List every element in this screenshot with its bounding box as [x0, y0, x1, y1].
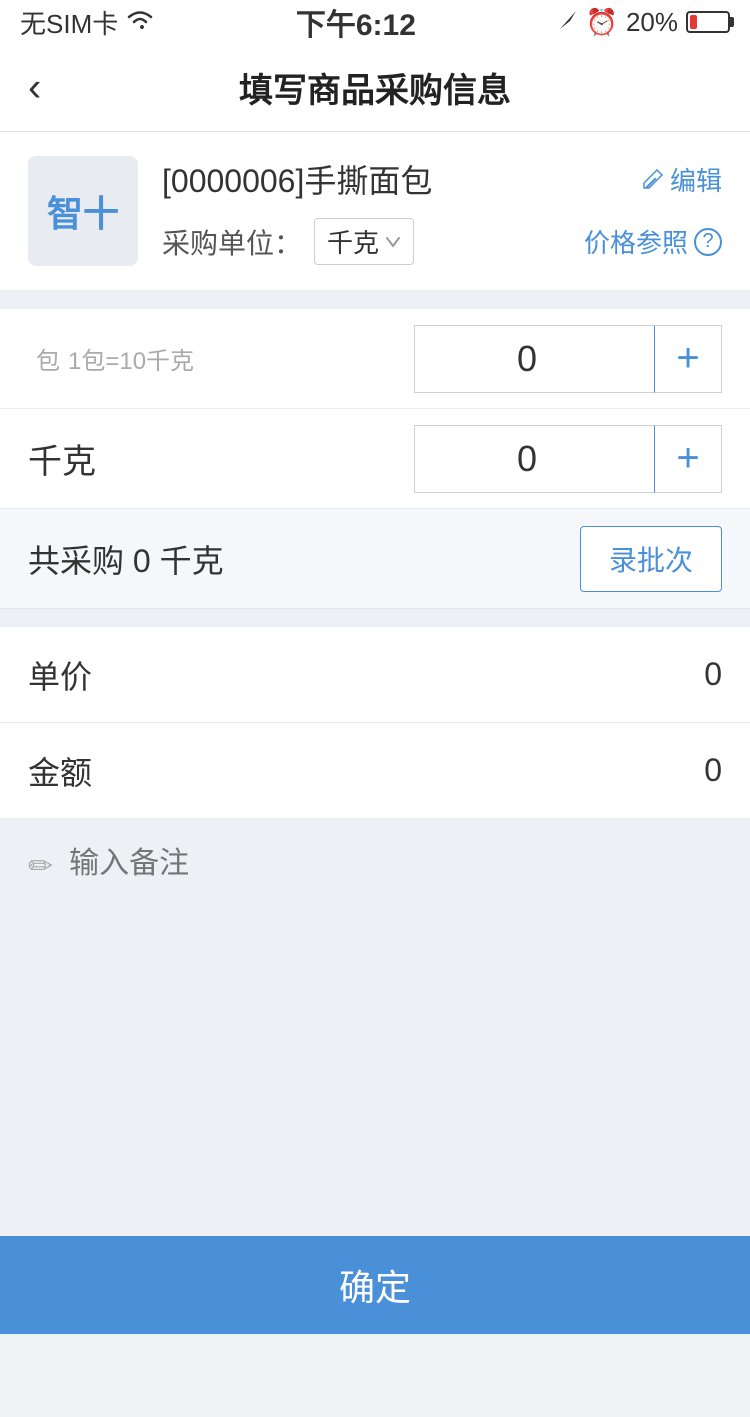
status-bar-right: ⏰ 20% — [558, 7, 730, 38]
kg-input-row: 千克 + — [0, 409, 750, 509]
product-full-name: [0000006]手撕面包 — [162, 156, 432, 202]
unit-value: 千克 — [327, 223, 379, 260]
kg-plus-button[interactable]: + — [654, 425, 722, 493]
kg-label: 千克 — [28, 434, 96, 483]
section-divider-2 — [0, 609, 750, 627]
price-info-section: 单价 0 金额 0 — [0, 627, 750, 819]
unit-price-label: 单价 — [28, 652, 92, 698]
product-card: 智十 [0000006]手撕面包 编辑 采购单位： 千克 — [0, 132, 750, 291]
pencil-icon: ✏ — [28, 849, 53, 884]
battery-icon — [686, 11, 730, 33]
product-name-row: [0000006]手撕面包 编辑 — [162, 156, 722, 202]
page-title: 填写商品采购信息 — [239, 63, 511, 112]
total-row: 共采购 0 千克 录批次 — [0, 509, 750, 609]
product-thumbnail: 智十 — [28, 156, 138, 266]
unit-price-value: 0 — [704, 656, 722, 693]
total-value: 0 — [133, 543, 151, 579]
product-info: [0000006]手撕面包 编辑 采购单位： 千克 — [162, 156, 722, 265]
purchase-unit-label: 采购单位： — [162, 222, 302, 262]
unit-price-row: 单价 0 — [0, 627, 750, 723]
thumb-text: 智十 — [47, 185, 119, 237]
unit-selector[interactable]: 千克 — [314, 218, 414, 265]
section-divider-1 — [0, 291, 750, 309]
confirm-button[interactable]: 确定 — [0, 1236, 750, 1334]
amount-row: 金额 0 — [0, 723, 750, 819]
wifi-icon — [126, 7, 154, 38]
bag-plus-button[interactable]: + — [654, 325, 722, 393]
price-ref-icon: ? — [694, 228, 722, 256]
location-icon — [558, 7, 578, 38]
battery-percent: 20% — [626, 7, 678, 38]
total-text: 共采购 0 千克 — [28, 536, 224, 582]
status-bar-time: 下午6:12 — [296, 0, 416, 44]
remark-input[interactable] — [69, 847, 722, 881]
status-bar: 无SIM卡 下午6:12 ⏰ 20% — [0, 0, 750, 44]
signal-text: 无SIM卡 — [20, 4, 118, 41]
alarm-icon: ⏰ — [586, 7, 618, 38]
status-bar-left: 无SIM卡 — [20, 4, 154, 41]
kg-input-controls: + — [414, 425, 722, 493]
amount-label: 金额 — [28, 748, 92, 794]
nav-bar: ‹ 填写商品采购信息 — [0, 44, 750, 132]
bag-label: 包1包=10千克 — [28, 339, 194, 378]
price-reference-button[interactable]: 价格参照 ? — [584, 223, 722, 260]
batch-record-button[interactable]: 录批次 — [580, 526, 722, 592]
input-section: 包1包=10千克 + 千克 + 共采购 0 千克 录批次 — [0, 309, 750, 609]
edit-button[interactable]: 编辑 — [642, 161, 722, 198]
purchase-unit-row: 采购单位： 千克 价格参照 ? — [162, 218, 722, 265]
bag-quantity-input[interactable] — [414, 325, 654, 393]
bag-input-row: 包1包=10千克 + — [0, 309, 750, 409]
remark-section: ✏ — [0, 819, 750, 1019]
bag-input-controls: + — [414, 325, 722, 393]
amount-value: 0 — [704, 752, 722, 789]
kg-quantity-input[interactable] — [414, 425, 654, 493]
back-button[interactable]: ‹ — [28, 65, 41, 110]
